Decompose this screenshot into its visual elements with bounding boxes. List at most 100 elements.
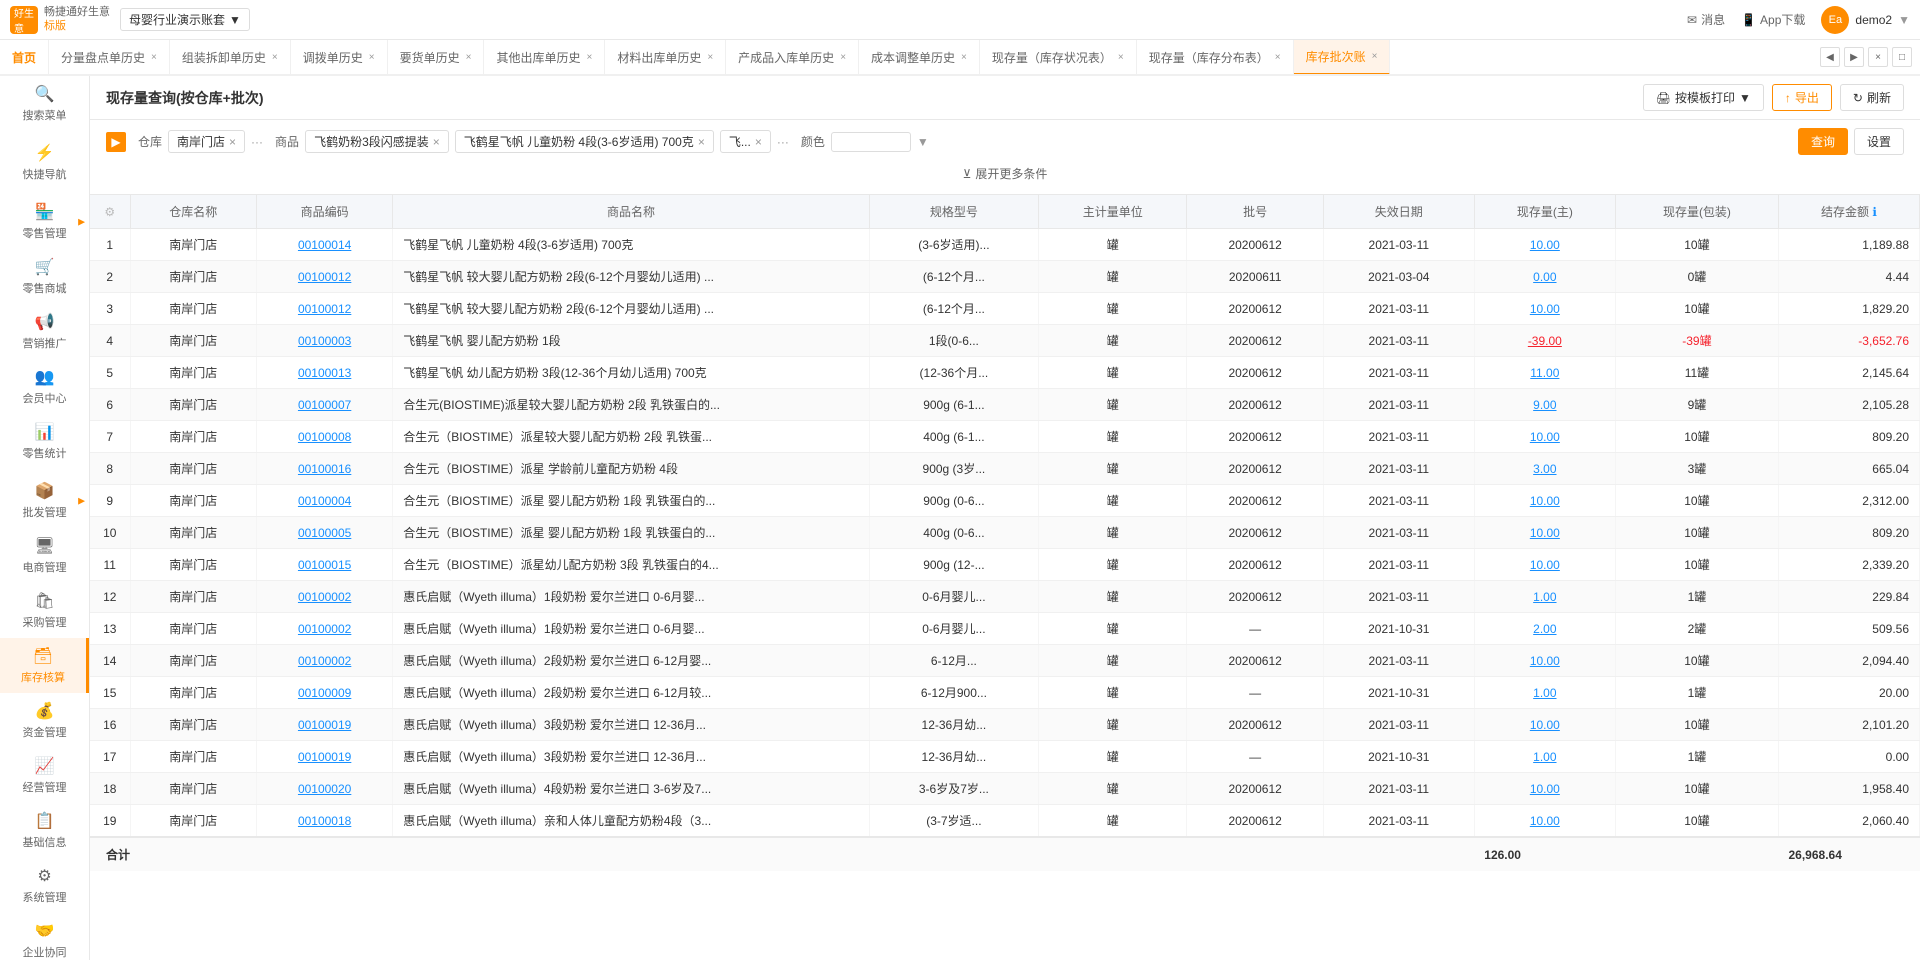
sidebar-item-retail-stats[interactable]: 📊 零售统计 (0, 414, 89, 469)
message-button[interactable]: ✉ 消息 (1687, 11, 1725, 28)
tab-11[interactable]: 库存批次账 × (1294, 40, 1391, 75)
tab-close-6[interactable]: × (707, 52, 713, 63)
app-download-button[interactable]: 📱 App下载 (1741, 11, 1805, 28)
cell-qty-main[interactable]: 10.00 (1474, 485, 1615, 517)
cell-code[interactable]: 00100019 (256, 741, 392, 773)
product-tag1-remove[interactable]: × (433, 135, 440, 149)
tab-5[interactable]: 其他出库单历史 × (484, 40, 605, 75)
warehouse-ellipsis[interactable]: ··· (251, 135, 263, 149)
cell-code[interactable]: 00100003 (256, 325, 392, 357)
sidebar-item-marketing[interactable]: 📢 营销推广 (0, 304, 89, 359)
cell-code[interactable]: 00100002 (256, 645, 392, 677)
workspace-selector[interactable]: 母婴行业演示账套 ▼ (120, 8, 250, 31)
warehouse-tag[interactable]: 南岸门店 × (168, 130, 245, 153)
product-tag3-remove[interactable]: × (755, 135, 762, 149)
cell-qty-main[interactable]: 2.00 (1474, 613, 1615, 645)
tab-close-all-button[interactable]: × (1868, 47, 1888, 67)
cell-code[interactable]: 00100004 (256, 485, 392, 517)
tab-close-10[interactable]: × (1275, 52, 1281, 63)
cell-code[interactable]: 00100013 (256, 357, 392, 389)
cell-qty-main[interactable]: 10.00 (1474, 229, 1615, 261)
cell-code[interactable]: 00100015 (256, 549, 392, 581)
tab-maximize-button[interactable]: □ (1892, 47, 1912, 67)
cell-qty-main[interactable]: -39.00 (1474, 325, 1615, 357)
product-tag-3[interactable]: 飞... × (720, 130, 771, 153)
tab-1[interactable]: 分量盘点单历史 × (49, 40, 170, 75)
tab-6[interactable]: 材料出库单历史 × (605, 40, 726, 75)
cell-qty-main[interactable]: 11.00 (1474, 357, 1615, 389)
query-button[interactable]: 查询 (1798, 128, 1848, 155)
sidebar-item-wholesale[interactable]: 📦 批发管理 ▶ (0, 473, 89, 528)
cell-code[interactable]: 00100019 (256, 709, 392, 741)
sidebar-item-basic[interactable]: 📋 基础信息 (0, 803, 89, 858)
sidebar-item-search[interactable]: 🔍 搜索菜单 (0, 76, 89, 131)
cell-code[interactable]: 00100012 (256, 261, 392, 293)
tab-close-5[interactable]: × (586, 52, 592, 63)
expand-conditions-button[interactable]: ⊻ 展开更多条件 (947, 161, 1064, 186)
cell-code[interactable]: 00100009 (256, 677, 392, 709)
tab-7[interactable]: 产成品入库单历史 × (726, 40, 859, 75)
sidebar-item-system[interactable]: ⚙ 系统管理 (0, 858, 89, 913)
tab-3[interactable]: 调拨单历史 × (291, 40, 388, 75)
sidebar-item-ecommerce[interactable]: 🖥 电商管理 (0, 528, 89, 583)
cell-code[interactable]: 00100014 (256, 229, 392, 261)
sidebar-item-quick-nav[interactable]: ⚡ 快捷导航 (0, 135, 89, 190)
warehouse-tag-remove[interactable]: × (229, 135, 236, 149)
cell-code[interactable]: 00100016 (256, 453, 392, 485)
cell-code[interactable]: 00100002 (256, 581, 392, 613)
filter-collapse-button[interactable]: ▶ (106, 132, 126, 152)
sidebar-item-enterprise[interactable]: 🤝 企业协同 (0, 913, 89, 960)
cell-qty-main[interactable]: 10.00 (1474, 805, 1615, 838)
export-button[interactable]: ↑ 导出 (1772, 84, 1832, 111)
tab-next-button[interactable]: ▶ (1844, 47, 1864, 67)
tab-close-11[interactable]: × (1372, 51, 1378, 62)
cell-code[interactable]: 00100020 (256, 773, 392, 805)
sidebar-item-purchase[interactable]: 🛍 采购管理 (0, 583, 89, 638)
cell-qty-main[interactable]: 1.00 (1474, 581, 1615, 613)
th-settings[interactable]: ⚙ (90, 195, 130, 229)
column-settings-icon[interactable]: ⚙ (104, 205, 115, 219)
sidebar-item-finance[interactable]: 💰 资金管理 (0, 693, 89, 748)
sidebar-item-retail[interactable]: 🏪 零售管理 ▶ (0, 194, 89, 249)
cell-qty-main[interactable]: 10.00 (1474, 773, 1615, 805)
tab-4[interactable]: 要货单历史 × (388, 40, 485, 75)
cell-qty-main[interactable]: 10.00 (1474, 549, 1615, 581)
sidebar-item-operations[interactable]: 📈 经营管理 (0, 748, 89, 803)
tab-10[interactable]: 现存量（库存分布表）× (1137, 40, 1294, 75)
tab-8[interactable]: 成本调整单历史 × (859, 40, 980, 75)
tab-close-7[interactable]: × (840, 52, 846, 63)
cell-qty-main[interactable]: 10.00 (1474, 645, 1615, 677)
cell-qty-main[interactable]: 9.00 (1474, 389, 1615, 421)
product-tag-2[interactable]: 飞鹤星飞帆 儿童奶粉 4段(3-6岁适用) 700克 × (455, 130, 714, 153)
cell-qty-main[interactable]: 0.00 (1474, 261, 1615, 293)
cell-code[interactable]: 00100002 (256, 613, 392, 645)
cell-qty-main[interactable]: 10.00 (1474, 421, 1615, 453)
cell-qty-main[interactable]: 10.00 (1474, 293, 1615, 325)
settings-button[interactable]: 设置 (1854, 128, 1904, 155)
cell-qty-main[interactable]: 3.00 (1474, 453, 1615, 485)
product-tag2-remove[interactable]: × (698, 135, 705, 149)
user-menu[interactable]: Ea demo2 ▼ (1821, 6, 1910, 34)
refresh-button[interactable]: ↻ 刷新 (1840, 84, 1904, 111)
cell-code[interactable]: 00100008 (256, 421, 392, 453)
product-tag-1[interactable]: 飞鹤奶粉3段闪感提装 × (305, 130, 449, 153)
tab-close-1[interactable]: × (151, 52, 157, 63)
cell-qty-main[interactable]: 10.00 (1474, 709, 1615, 741)
tab-close-8[interactable]: × (961, 52, 967, 63)
sidebar-item-inventory[interactable]: 🗃 库存核算 (0, 638, 89, 693)
tab-close-9[interactable]: × (1118, 52, 1124, 63)
sidebar-item-member[interactable]: 👥 会员中心 (0, 359, 89, 414)
cell-qty-main[interactable]: 10.00 (1474, 517, 1615, 549)
sidebar-item-retail-shop[interactable]: 🛒 零售商城 (0, 249, 89, 304)
tab-close-3[interactable]: × (369, 52, 375, 63)
cell-qty-main[interactable]: 1.00 (1474, 741, 1615, 773)
cell-code[interactable]: 00100018 (256, 805, 392, 838)
tab-close-4[interactable]: × (466, 52, 472, 63)
product-ellipsis[interactable]: ··· (777, 135, 789, 149)
tab-prev-button[interactable]: ◀ (1820, 47, 1840, 67)
tab-2[interactable]: 组装拆卸单历史 × (170, 40, 291, 75)
cell-qty-main[interactable]: 1.00 (1474, 677, 1615, 709)
cell-code[interactable]: 00100012 (256, 293, 392, 325)
cell-code[interactable]: 00100007 (256, 389, 392, 421)
cell-code[interactable]: 00100005 (256, 517, 392, 549)
